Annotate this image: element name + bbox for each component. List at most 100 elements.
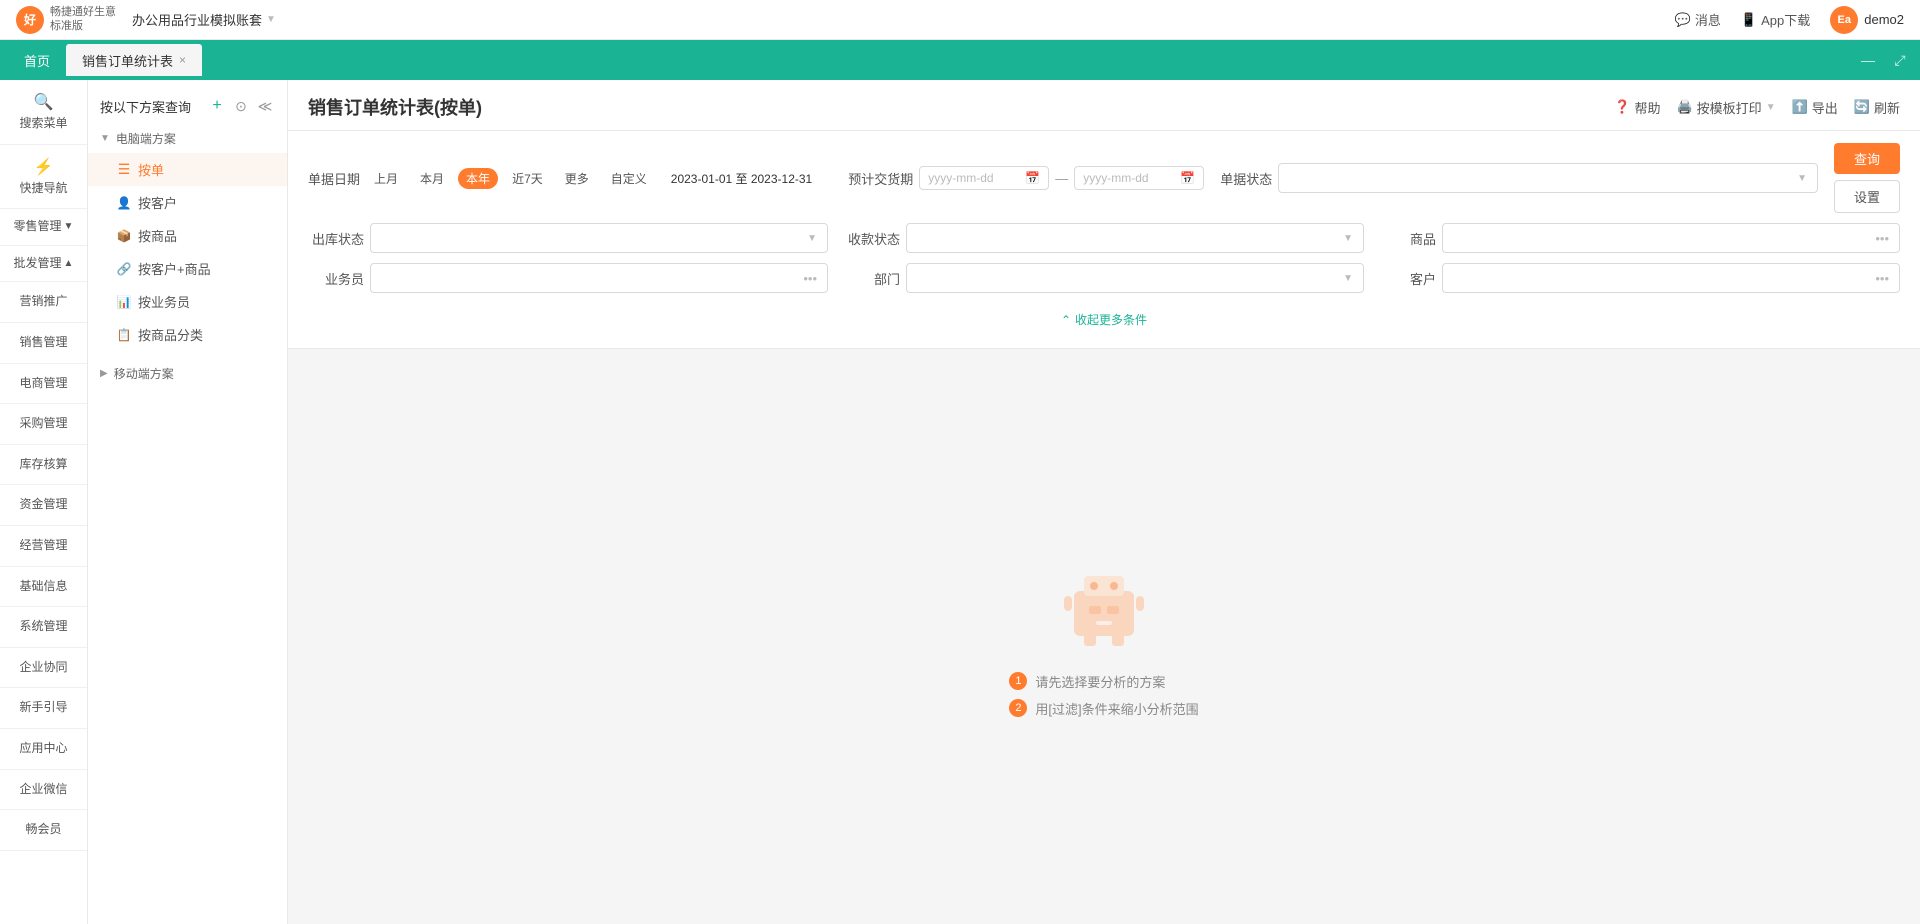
sidebar-item-marketing[interactable]: 营销推广 (0, 282, 87, 323)
shortcut-this-month[interactable]: 本月 (412, 168, 452, 189)
sidebar-item-wholesale[interactable]: 批发管理 ▲ (0, 246, 87, 283)
shipment-status-label: 出库状态 (308, 229, 364, 248)
page-header-actions: ❓ 帮助 🖨️ 按模板打印 ▼ ⬆️ 导出 🔄 刷新 (1614, 98, 1900, 117)
company-selector[interactable]: 办公用品行业模拟账套 ▼ (124, 6, 284, 33)
sidebar-item-system[interactable]: 系统管理 (0, 607, 87, 648)
salesperson-label: 业务员 (308, 269, 364, 288)
chevron-down-icon: ▼ (1797, 173, 1807, 184)
logo-box: 好 畅捷通好生意 标准版 (16, 6, 116, 34)
expand-icon: ▼ (64, 221, 74, 232)
order-status-label: 单据状态 (1220, 169, 1272, 188)
sidebar-item-finance[interactable]: 资金管理 (0, 485, 87, 526)
shortcut-last-month[interactable]: 上月 (366, 168, 406, 189)
tip-num-2: 2 (1009, 699, 1027, 717)
logo-icon: 好 (16, 6, 44, 34)
print-button[interactable]: 🖨️ 按模板打印 ▼ (1676, 98, 1775, 117)
help-button[interactable]: ❓ 帮助 (1614, 98, 1660, 117)
settings-scheme-button[interactable]: ⊙ (231, 96, 251, 116)
payment-status-select[interactable]: ▼ (906, 223, 1364, 253)
shipment-status-select[interactable]: ▼ (370, 223, 828, 253)
tab-home[interactable]: 首页 (8, 44, 66, 76)
expand-icon: ▲ (64, 258, 74, 269)
export-button[interactable]: ⬆️ 导出 (1792, 98, 1838, 117)
shortcut-7days[interactable]: 近7天 (504, 168, 551, 189)
search-icon: 🔍 (34, 92, 54, 112)
customer-input[interactable]: ••• (1442, 263, 1900, 293)
add-icon: + (212, 97, 221, 115)
scheme-item-by-category[interactable]: 📋 按商品分类 (88, 318, 287, 351)
date-filter-group: 单据日期 上月 本月 本年 近7天 更多 自定义 (308, 168, 655, 189)
filter-row-1: 单据日期 上月 本月 本年 近7天 更多 自定义 2023-01-01 至 20… (308, 143, 1900, 213)
shortcut-more[interactable]: 更多 (557, 168, 597, 189)
section-arrow-icon: ▶ (100, 368, 108, 379)
scheme-item-by-customer-product[interactable]: 🔗 按客户+商品 (88, 252, 287, 285)
sidebar-item-operations[interactable]: 经营管理 (0, 526, 87, 567)
right-main: 销售订单统计表(按单) ❓ 帮助 🖨️ 按模板打印 ▼ ⬆️ 导出 (288, 80, 1920, 924)
salesperson-input[interactable]: ••• (370, 263, 828, 293)
chevron-down-icon: ▼ (266, 14, 276, 25)
quick-nav-icon: ⚡ (34, 157, 54, 177)
scheme-item-by-product[interactable]: 📦 按商品 (88, 219, 287, 252)
print-icon: 🖨️ (1676, 99, 1692, 115)
scheme-section-pc-header[interactable]: ▼ 电脑端方案 (88, 124, 287, 153)
action-buttons: 查询 设置 (1834, 143, 1900, 213)
user-menu[interactable]: Ea demo2 (1830, 6, 1904, 34)
scheme-item-by-customer[interactable]: 👤 按客户 (88, 186, 287, 219)
sidebar-item-newbie[interactable]: 新手引导 (0, 688, 87, 729)
collapse-panel-button[interactable]: ≪ (255, 96, 275, 116)
sidebar-item-basicinfo[interactable]: 基础信息 (0, 567, 87, 608)
minimize-button[interactable]: — (1856, 48, 1880, 72)
filter-row-3: 业务员 ••• 部门 ▼ 客户 (308, 263, 1900, 293)
print-dropdown-icon: ▼ (1766, 102, 1776, 113)
salesperson-group: 业务员 ••• (308, 263, 828, 293)
tab-sales-order[interactable]: 销售订单统计表 × (66, 44, 202, 76)
sidebar-item-inventory[interactable]: 库存核算 (0, 445, 87, 486)
empty-tips: 1 请先选择要分析的方案 2 用[过滤]条件来缩小分析范围 (1009, 672, 1198, 718)
department-select[interactable]: ▼ (906, 263, 1364, 293)
export-icon: ⬆️ (1792, 99, 1808, 115)
expected-date-start-input[interactable]: yyyy-mm-dd 📅 (919, 166, 1049, 190)
dots-icon: ••• (1875, 231, 1889, 246)
sidebar-item-search-menu[interactable]: 🔍 搜索菜单 (0, 80, 87, 145)
maximize-button[interactable]: ⤢ (1888, 48, 1912, 72)
content-area: 按以下方案查询 + ⊙ ≪ ▼ 电脑端方案 (88, 80, 1920, 924)
scheme-section-mobile-header[interactable]: ▶ 移动端方案 (88, 359, 287, 388)
expected-date-end-input[interactable]: yyyy-mm-dd 📅 (1074, 166, 1204, 190)
tab-close-icon[interactable]: × (179, 53, 186, 67)
shortcut-this-year[interactable]: 本年 (458, 168, 498, 189)
settings-button[interactable]: 设置 (1834, 180, 1900, 213)
empty-state: 1 请先选择要分析的方案 2 用[过滤]条件来缩小分析范围 (288, 349, 1920, 924)
sidebar-item-purchase[interactable]: 采购管理 (0, 404, 87, 445)
sidebar-item-sales[interactable]: 销售管理 (0, 323, 87, 364)
goods-group: 商品 ••• (1380, 223, 1900, 253)
shortcut-custom[interactable]: 自定义 (603, 168, 655, 189)
tab-bar: 首页 销售订单统计表 × — ⤢ (0, 40, 1920, 80)
scheme-item-by-order[interactable]: ☰ 按单 (88, 153, 287, 186)
by-category-icon: 📋 (116, 327, 132, 343)
tip-num-1: 1 (1009, 672, 1027, 690)
sidebar-item-members[interactable]: 畅会员 (0, 810, 87, 851)
top-bar: 好 畅捷通好生意 标准版 办公用品行业模拟账套 ▼ 💬 消息 📱 App下载 E… (0, 0, 1920, 40)
sidebar-item-enterprise[interactable]: 企业协同 (0, 648, 87, 689)
chevron-down-icon: ▼ (807, 233, 817, 244)
avatar: Ea (1830, 6, 1858, 34)
by-salesperson-icon: 📊 (116, 294, 132, 310)
collapse-more-button[interactable]: ⌃ 收起更多条件 (308, 303, 1900, 336)
query-button[interactable]: 查询 (1834, 143, 1900, 174)
dots-icon: ••• (1875, 271, 1889, 286)
chevron-down-icon: ▼ (1343, 273, 1353, 284)
sidebar-item-appcenter[interactable]: 应用中心 (0, 729, 87, 770)
refresh-button[interactable]: 🔄 刷新 (1854, 98, 1900, 117)
goods-input[interactable]: ••• (1442, 223, 1900, 253)
sidebar-item-retail[interactable]: 零售管理 ▼ (0, 209, 87, 246)
message-button[interactable]: 💬 消息 (1675, 10, 1721, 29)
expected-date-label: 预计交货期 (848, 169, 913, 188)
sidebar-item-wechat[interactable]: 企业微信 (0, 770, 87, 811)
order-status-select[interactable]: ▼ (1278, 163, 1818, 193)
add-scheme-button[interactable]: + (207, 96, 227, 116)
scheme-item-by-salesperson[interactable]: 📊 按业务员 (88, 285, 287, 318)
app-download-button[interactable]: 📱 App下载 (1741, 10, 1810, 29)
date-range-display: 2023-01-01 至 2023-12-31 (671, 170, 812, 187)
sidebar-item-quick-nav[interactable]: ⚡ 快捷导航 (0, 145, 87, 210)
sidebar-item-ecommerce[interactable]: 电商管理 (0, 364, 87, 405)
